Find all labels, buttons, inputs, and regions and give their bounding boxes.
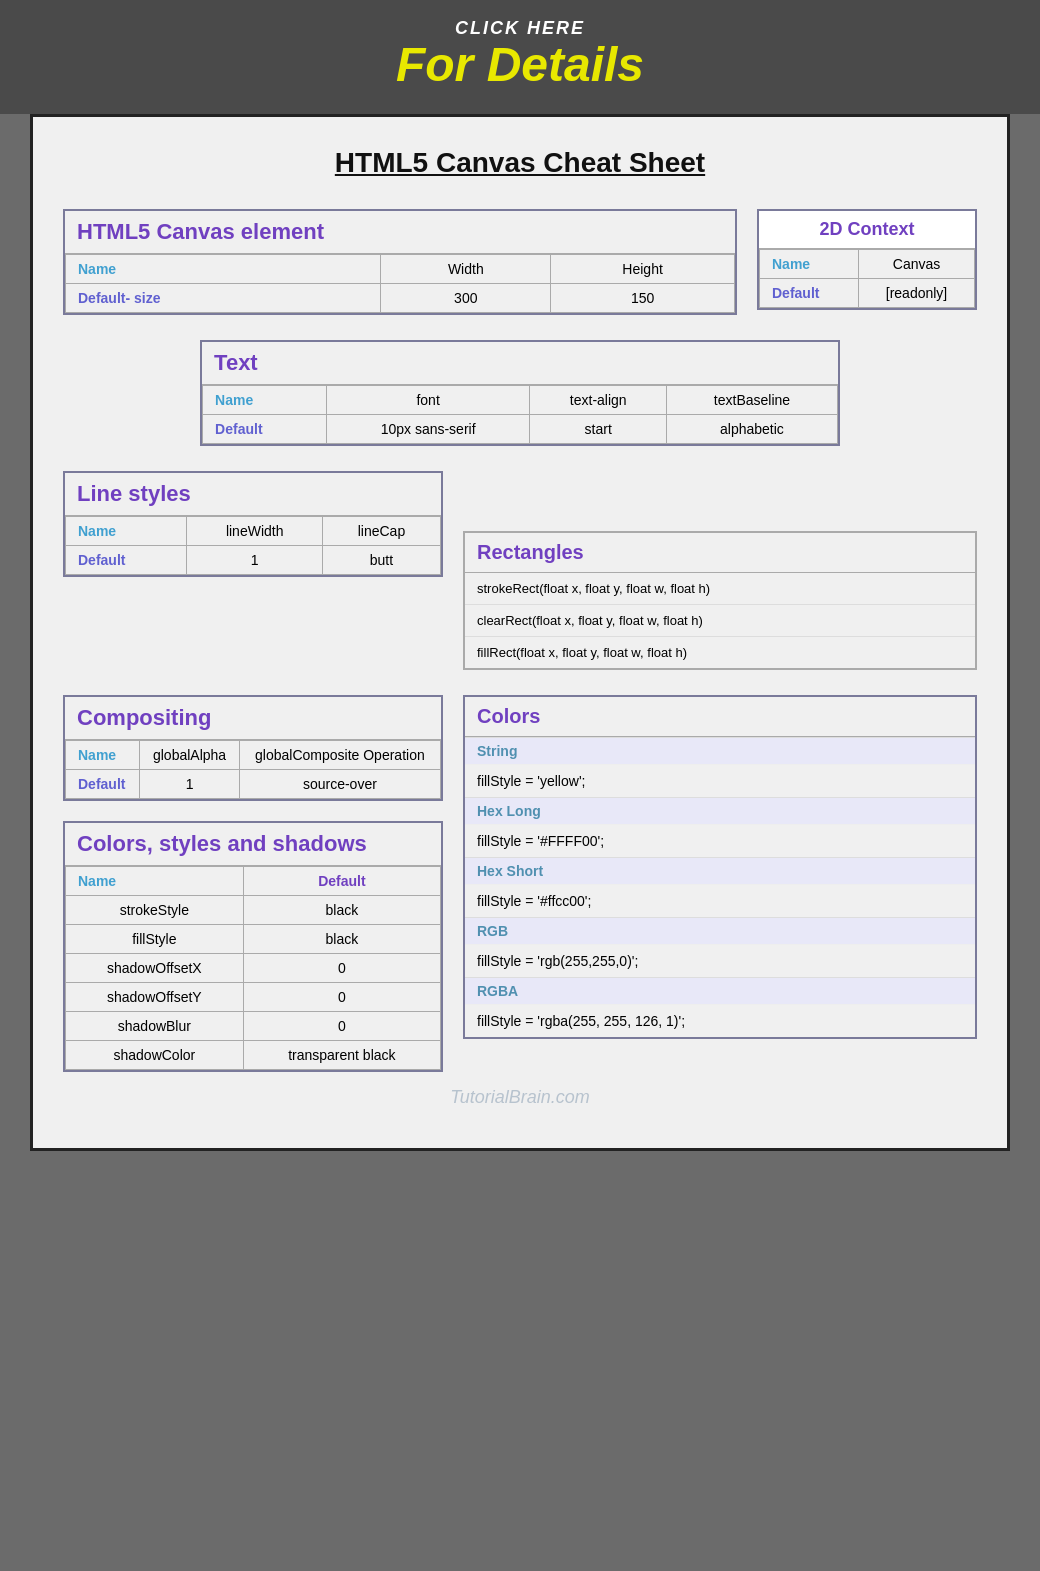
colors-hexlong-label: Hex Long xyxy=(465,797,975,824)
canvas-table: Name Width Height Default- size 300 150 xyxy=(65,254,735,313)
compositing-heading: Compositing xyxy=(65,697,441,740)
colors-rgba-label: RGBA xyxy=(465,977,975,1004)
canvas-width-label: Width xyxy=(381,254,551,283)
css-row-4-name: shadowBlur xyxy=(66,1011,244,1040)
colors-hexshort-label: Hex Short xyxy=(465,857,975,884)
ls-linewidth-value: 1 xyxy=(187,545,322,574)
ctx-canvas-label: Canvas xyxy=(859,249,975,278)
ctx-name-label: Name xyxy=(760,249,859,278)
css-section: Colors, styles and shadows Name Default … xyxy=(63,821,443,1072)
css-row-3-default: 0 xyxy=(243,982,440,1011)
context-2d-table: Name Canvas Default [readonly] xyxy=(759,249,975,308)
colors-hexlong-code: fillStyle = '#FFFF00'; xyxy=(465,824,975,857)
colors-heading: Colors xyxy=(465,697,975,737)
rect-row-1: strokeRect(float x, float y, float w, fl… xyxy=(465,573,975,605)
canvas-height-value: 150 xyxy=(551,283,735,312)
canvas-default-label: Default- size xyxy=(66,283,381,312)
rect-row-2: clearRect(float x, float y, float w, flo… xyxy=(465,605,975,637)
comp-alpha-value: 1 xyxy=(140,769,239,798)
comp-composite-label: globalComposite Operation xyxy=(239,740,440,769)
colors-panel: Colors String fillStyle = 'yellow'; Hex … xyxy=(463,695,977,1039)
text-table-container: Text Name font text-align textBaseline D… xyxy=(200,340,840,446)
css-row-2-default: 0 xyxy=(243,953,440,982)
left-bottom: Compositing Name globalAlpha globalCompo… xyxy=(63,695,443,1072)
watermark: TutorialBrain.com xyxy=(63,1087,977,1108)
page-title: HTML5 Canvas Cheat Sheet xyxy=(63,147,977,179)
css-row-1-name: fillStyle xyxy=(66,924,244,953)
click-text: CLICK HERE xyxy=(10,18,1030,39)
ls-linecap-label: lineCap xyxy=(322,516,440,545)
context-2d-section: 2D Context Name Canvas Default [readonly… xyxy=(757,209,977,310)
top-section: HTML5 Canvas element Name Width Height D… xyxy=(63,209,977,315)
css-row-5-name: shadowColor xyxy=(66,1040,244,1069)
colors-rgba-code: fillStyle = 'rgba(255, 255, 126, 1)'; xyxy=(465,1004,975,1037)
canvas-name-label: Name xyxy=(66,254,381,283)
ls-linewidth-label: lineWidth xyxy=(187,516,322,545)
text-font-value: 10px sans-serif xyxy=(326,414,530,443)
header-banner[interactable]: CLICK HERE For Details xyxy=(0,0,1040,114)
css-row-1-default: black xyxy=(243,924,440,953)
colors-rgb-code: fillStyle = 'rgb(255,255,0)'; xyxy=(465,944,975,977)
canvas-height-label: Height xyxy=(551,254,735,283)
text-align-label: text-align xyxy=(530,385,667,414)
css-row-3-name: shadowOffsetY xyxy=(66,982,244,1011)
css-heading: Colors, styles and shadows xyxy=(65,823,441,866)
rect-heading: Rectangles xyxy=(465,533,975,573)
comp-name-label: Name xyxy=(66,740,140,769)
colors-string-code: fillStyle = 'yellow'; xyxy=(465,764,975,797)
line-styles-heading: Line styles xyxy=(65,473,441,516)
text-baseline-label: textBaseline xyxy=(667,385,838,414)
css-col-default: Default xyxy=(243,866,440,895)
css-row-0-name: strokeStyle xyxy=(66,895,244,924)
comp-alpha-label: globalAlpha xyxy=(140,740,239,769)
rect-row-3: fillRect(float x, float y, float w, floa… xyxy=(465,637,975,668)
colors-rgb-label: RGB xyxy=(465,917,975,944)
css-row-2-name: shadowOffsetX xyxy=(66,953,244,982)
text-default-label: Default xyxy=(203,414,327,443)
ctx-default-label: Default xyxy=(760,278,859,307)
line-styles-table: Name lineWidth lineCap Default 1 butt xyxy=(65,516,441,575)
line-styles-section: Line styles Name lineWidth lineCap Defau… xyxy=(63,471,443,577)
comp-composite-value: source-over xyxy=(239,769,440,798)
ls-default-label: Default xyxy=(66,545,187,574)
context-2d-heading: 2D Context xyxy=(759,211,975,249)
text-table: Name font text-align textBaseline Defaul… xyxy=(202,385,838,444)
mid-section: Line styles Name lineWidth lineCap Defau… xyxy=(63,471,977,670)
ls-name-label: Name xyxy=(66,516,187,545)
css-row-0-default: black xyxy=(243,895,440,924)
ctx-readonly-label: [readonly] xyxy=(859,278,975,307)
colors-string-label: String xyxy=(465,737,975,764)
css-row-5-default: transparent black xyxy=(243,1040,440,1069)
colors-hexshort-code: fillStyle = '#ffcc00'; xyxy=(465,884,975,917)
ls-linecap-value: butt xyxy=(322,545,440,574)
text-align-value: start xyxy=(530,414,667,443)
compositing-section: Compositing Name globalAlpha globalCompo… xyxy=(63,695,443,801)
main-content: HTML5 Canvas Cheat Sheet HTML5 Canvas el… xyxy=(30,114,1010,1151)
text-section: Text Name font text-align textBaseline D… xyxy=(63,340,977,446)
canvas-heading: HTML5 Canvas element xyxy=(65,211,735,254)
text-name-label: Name xyxy=(203,385,327,414)
bottom-section: Compositing Name globalAlpha globalCompo… xyxy=(63,695,977,1072)
css-row-4-default: 0 xyxy=(243,1011,440,1040)
details-text: For Details xyxy=(10,39,1030,92)
text-font-label: font xyxy=(326,385,530,414)
canvas-width-value: 300 xyxy=(381,283,551,312)
compositing-table: Name globalAlpha globalComposite Operati… xyxy=(65,740,441,799)
comp-default-label: Default xyxy=(66,769,140,798)
text-baseline-value: alphabetic xyxy=(667,414,838,443)
text-heading: Text xyxy=(202,342,838,385)
rectangles-section: Rectangles strokeRect(float x, float y, … xyxy=(463,531,977,670)
css-data-table: Name Default strokeStyle black fillStyle… xyxy=(65,866,441,1070)
css-col-name: Name xyxy=(66,866,244,895)
canvas-element-section: HTML5 Canvas element Name Width Height D… xyxy=(63,209,737,315)
